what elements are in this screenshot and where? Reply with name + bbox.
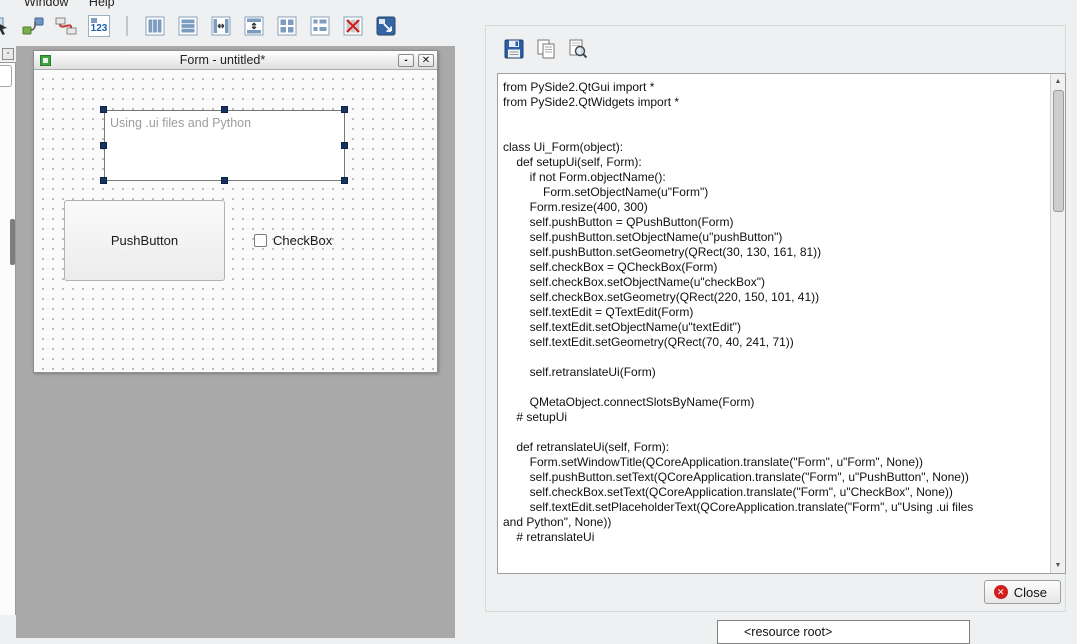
close-dialog-button[interactable]: ✕ Close (984, 580, 1061, 604)
layout-splitter-horizontal-icon[interactable] (209, 14, 233, 38)
find-icon[interactable] (566, 37, 590, 61)
menu-item-window[interactable]: Window (24, 0, 68, 9)
selection-handle[interactable] (341, 177, 348, 184)
selection-handle[interactable] (221, 177, 228, 184)
form-window: Form - untitled* - ✕ Using .ui files and… (33, 50, 438, 373)
scroll-down-icon[interactable]: ▼ (1051, 559, 1065, 572)
layout-vertical-icon[interactable] (176, 14, 200, 38)
menu-item-help[interactable]: Help (89, 0, 115, 9)
layout-form-icon[interactable] (308, 14, 332, 38)
close-button-label: Close (1014, 585, 1047, 600)
checkbox-widget[interactable]: CheckBox (254, 220, 355, 261)
selection-handle[interactable] (100, 177, 107, 184)
widgetbox-panel-fragment (0, 62, 16, 615)
checkbox-label: CheckBox (273, 233, 332, 248)
edit-buddies-icon[interactable] (54, 14, 78, 38)
form-window-titlebar[interactable]: Form - untitled* - ✕ (34, 51, 437, 70)
close-x-icon: ✕ (994, 585, 1008, 599)
resource-browser-fragment[interactable]: <resource root> (717, 620, 970, 644)
scrollbar-thumb[interactable] (1053, 90, 1064, 212)
code-view[interactable]: from PySide2.QtGui import * from PySide2… (497, 73, 1066, 574)
close-button[interactable]: ✕ (418, 54, 434, 67)
resource-root-label: <resource root> (744, 625, 832, 639)
textedit-placeholder: Using .ui files and Python (110, 116, 251, 130)
selection-handle[interactable] (341, 106, 348, 113)
form-window-title: Form - untitled* (51, 53, 394, 67)
tab-order-label: 123 (91, 24, 108, 36)
widgetbox-scrollbar-thumb[interactable] (10, 219, 15, 265)
textedit-widget[interactable]: Using .ui files and Python (104, 110, 345, 181)
widgetbox-filter-fragment[interactable] (0, 65, 12, 87)
layout-splitter-vertical-icon[interactable] (242, 14, 266, 38)
break-layout-icon[interactable] (341, 14, 365, 38)
selection-handle[interactable] (100, 106, 107, 113)
layout-grid-icon[interactable] (275, 14, 299, 38)
selection-handle[interactable] (341, 142, 348, 149)
code-text[interactable]: from PySide2.QtGui import * from PySide2… (498, 74, 1065, 551)
minimize-button[interactable]: - (398, 54, 414, 67)
selection-handle[interactable] (100, 142, 107, 149)
pushbutton-widget[interactable]: PushButton (64, 200, 225, 281)
mdi-area: Form - untitled* - ✕ Using .ui files and… (16, 46, 455, 638)
copy-icon[interactable] (534, 37, 558, 61)
edit-tab-order-icon[interactable]: 123 (87, 14, 111, 38)
save-icon[interactable] (502, 37, 526, 61)
toolbar-separator (126, 16, 128, 36)
code-scrollbar[interactable]: ▲ ▼ (1050, 74, 1065, 573)
code-preview-dialog: from PySide2.QtGui import * from PySide2… (485, 25, 1066, 612)
tab-order-corner (91, 18, 97, 23)
checkbox-box[interactable] (254, 234, 267, 247)
edit-widgets-icon[interactable] (0, 14, 12, 38)
dock-float-icon[interactable]: ▫ (2, 48, 14, 60)
main-toolbar: 123 (0, 12, 398, 40)
edit-signals-slots-icon[interactable] (21, 14, 45, 38)
selection-handle[interactable] (221, 106, 228, 113)
dialog-toolbar (502, 37, 590, 61)
menubar: Window Help (24, 0, 244, 9)
adjust-size-icon[interactable] (374, 14, 398, 38)
form-canvas[interactable]: Using .ui files and Python PushButton Ch… (34, 70, 437, 372)
form-window-icon (40, 55, 51, 66)
layout-horizontal-icon[interactable] (143, 14, 167, 38)
scroll-up-icon[interactable]: ▲ (1051, 75, 1065, 88)
tab-order-box: 123 (88, 15, 110, 37)
